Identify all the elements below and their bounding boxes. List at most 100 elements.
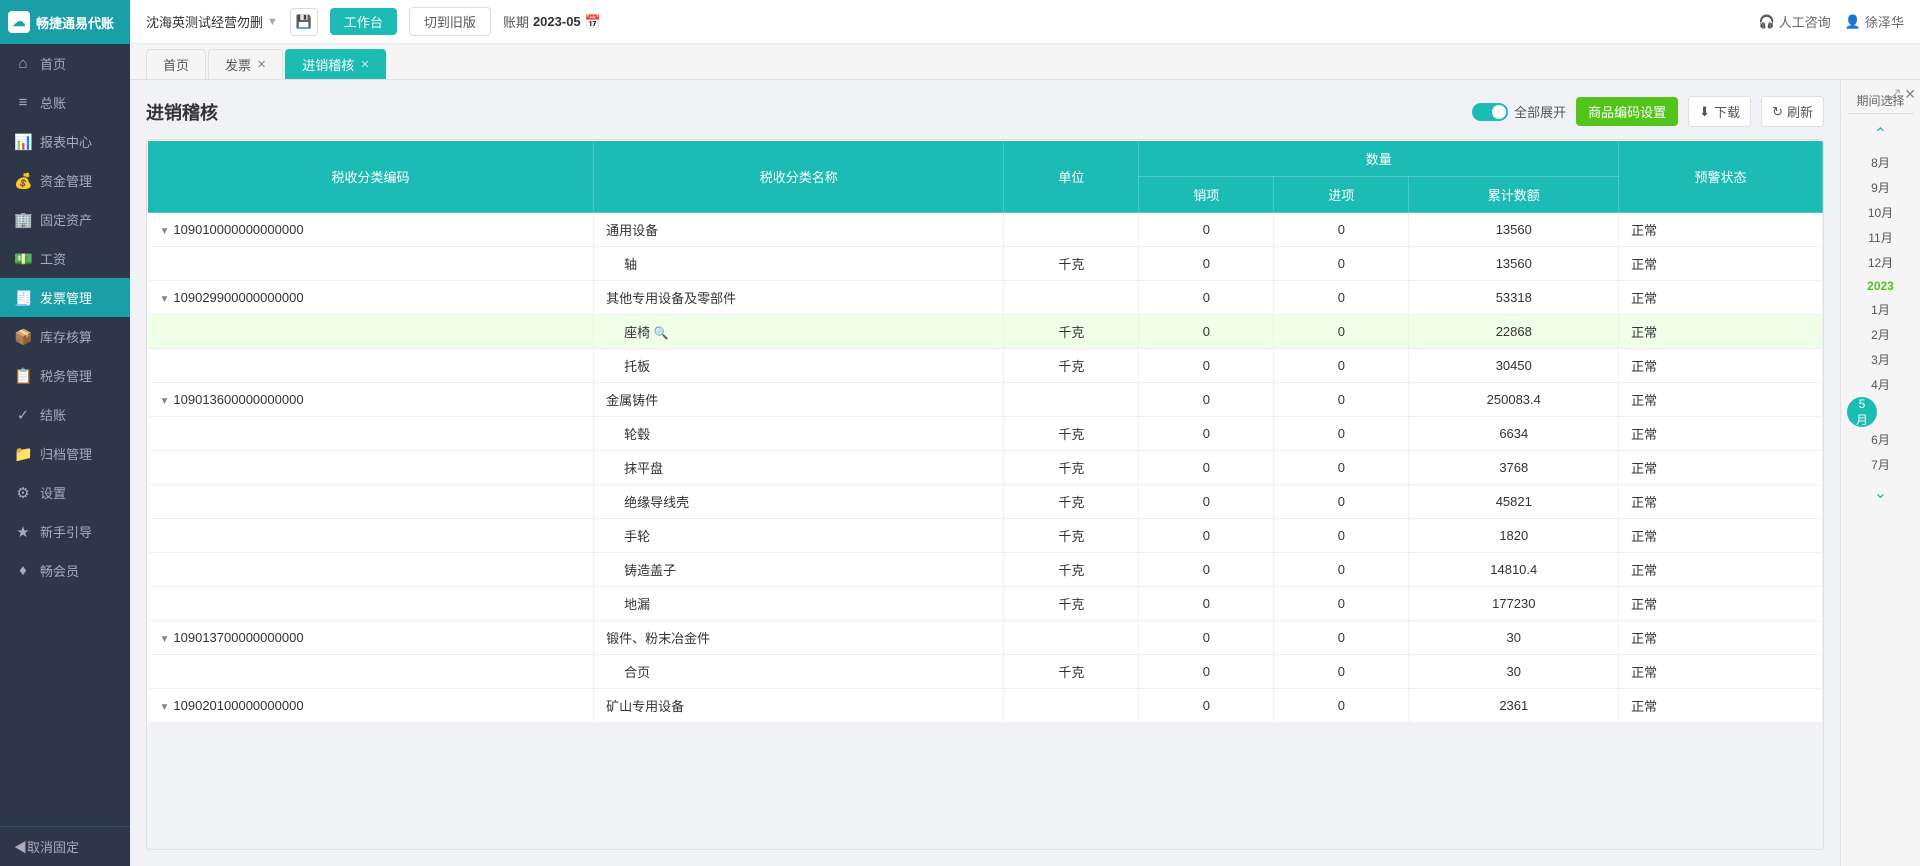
sidebar-item-reports[interactable]: 📊 报表中心 — [0, 122, 130, 161]
tab-invoice-close[interactable]: ✕ — [257, 58, 266, 71]
sidebar-item-assets[interactable]: 🏢 固定资产 — [0, 200, 130, 239]
period-month-item[interactable]: 8月 — [1847, 150, 1914, 175]
table-row: 托板 千克 0 0 30450 正常 — [148, 349, 1823, 383]
sidebar-item-archive[interactable]: 📁 归档管理 — [0, 434, 130, 473]
cell-name: 绝缘导线壳 — [594, 485, 1004, 519]
old-version-button[interactable]: 切到旧版 — [409, 7, 491, 36]
cell-name: 座椅 🔍 — [594, 315, 1004, 349]
cell-total: 2361 — [1409, 689, 1619, 723]
home-icon: ⌂ — [14, 55, 32, 72]
panel-close-button[interactable]: ✕ — [1904, 86, 1916, 103]
sidebar-item-invoice[interactable]: 🧾 发票管理 — [0, 278, 130, 317]
period-month-item[interactable]: 2023 — [1847, 275, 1914, 297]
toggle-switch[interactable] — [1472, 103, 1508, 121]
tab-home[interactable]: 首页 — [146, 49, 206, 79]
table-row: 轴 千克 0 0 13560 正常 — [148, 247, 1823, 281]
sidebar-item-salary[interactable]: 💵 工资 — [0, 239, 130, 278]
tab-check-close[interactable]: ✕ — [360, 58, 369, 71]
cell-purchase: 0 — [1274, 519, 1409, 553]
period-label: 账期 — [503, 12, 529, 31]
cell-code — [148, 247, 594, 281]
cell-unit: 千克 — [1004, 247, 1139, 281]
scroll-up-button[interactable]: ⌃ — [1847, 120, 1914, 148]
support-button[interactable]: 🎧 人工咨询 — [1759, 12, 1831, 31]
col-quantity-group: 数量 — [1139, 141, 1619, 177]
cell-status: 正常 — [1619, 553, 1823, 587]
period-month-item[interactable]: 11月 — [1847, 225, 1914, 250]
expand-icon[interactable]: ▼ — [160, 396, 170, 407]
col-unit: 单位 — [1004, 141, 1139, 213]
expand-icon[interactable]: ▼ — [160, 634, 170, 645]
expand-icon[interactable]: ▼ — [160, 702, 170, 713]
period-month-item[interactable]: 10月 — [1847, 200, 1914, 225]
save-button[interactable]: 💾 — [290, 8, 318, 36]
cell-name: 合页 — [594, 655, 1004, 689]
sidebar-item-ledger[interactable]: ≡ 总账 — [0, 83, 130, 122]
col-warning: 预警状态 — [1619, 141, 1823, 213]
period-month-item[interactable]: 2月 — [1847, 322, 1914, 347]
sidebar-item-home[interactable]: ⌂ 首页 — [0, 44, 130, 83]
cell-status: 正常 — [1619, 315, 1823, 349]
guide-icon: ★ — [14, 523, 32, 541]
table-row: 铸造盖子 千克 0 0 14810.4 正常 — [148, 553, 1823, 587]
period-month-item[interactable]: 9月 — [1847, 175, 1914, 200]
product-code-button[interactable]: 商品编码设置 — [1576, 97, 1678, 126]
period-month-item[interactable]: 7月 — [1847, 452, 1914, 477]
cell-name: 地漏 — [594, 587, 1004, 621]
cell-purchase: 0 — [1274, 281, 1409, 315]
table-row: 座椅 🔍 千克 0 0 22868 正常 — [148, 315, 1823, 349]
sidebar-item-tax[interactable]: 📋 税务管理 — [0, 356, 130, 395]
app-title: 畅捷通易代账 — [36, 13, 114, 32]
sidebar-item-funds[interactable]: 💰 资金管理 — [0, 161, 130, 200]
assets-icon: 🏢 — [14, 211, 32, 229]
cell-sales: 0 — [1139, 281, 1274, 315]
period-month-item[interactable]: 5月 — [1847, 397, 1877, 427]
refresh-button[interactable]: ↻ 刷新 — [1761, 96, 1824, 127]
scroll-down-button[interactable]: ⌄ — [1847, 479, 1914, 507]
cell-name: 铸造盖子 — [594, 553, 1004, 587]
period-month-item[interactable]: 12月 — [1847, 250, 1914, 275]
cell-unit: 千克 — [1004, 451, 1139, 485]
col-tax-name: 税收分类名称 — [594, 141, 1004, 213]
reports-icon: 📊 — [14, 133, 32, 151]
expand-icon[interactable]: ▼ — [160, 226, 170, 237]
expand-toggle[interactable]: 全部展开 — [1472, 102, 1566, 121]
main-area: 沈海英测试经营勿删 ▼ 💾 工作台 切到旧版 账期 2023-05 📅 🎧 人工… — [130, 0, 1920, 866]
col-purchase: 进项 — [1274, 177, 1409, 213]
sidebar-item-settle[interactable]: ✓ 结账 — [0, 395, 130, 434]
app-logo: ☁ 畅捷通易代账 — [0, 0, 130, 44]
period-month-item[interactable]: 4月 — [1847, 372, 1914, 397]
period-selector: 期间选择 ⌃ 8月9月10月11月12月20231月2月3月4月5月6月7月 ⌄ — [1841, 80, 1920, 515]
expand-icon[interactable]: ▼ — [160, 294, 170, 305]
table-row: ▼109020100000000000 矿山专用设备 0 0 2361 正常 — [148, 689, 1823, 723]
cell-name: 托板 — [594, 349, 1004, 383]
sidebar-item-settings[interactable]: ⚙ 设置 — [0, 473, 130, 512]
cell-status: 正常 — [1619, 587, 1823, 621]
zoom-icon[interactable]: 🔍 — [654, 326, 669, 340]
user-menu[interactable]: 👤 徐泽华 — [1845, 12, 1904, 31]
tab-invoice[interactable]: 发票 ✕ — [208, 49, 283, 79]
sidebar-item-inventory[interactable]: 📦 库存核算 — [0, 317, 130, 356]
period-month-item[interactable]: 1月 — [1847, 297, 1914, 322]
sidebar-item-guide[interactable]: ★ 新手引导 — [0, 512, 130, 551]
company-selector[interactable]: 沈海英测试经营勿删 ▼ — [146, 12, 278, 31]
cancel-pin-button[interactable]: ◀取消固定 — [0, 827, 130, 866]
period-month-item[interactable]: 3月 — [1847, 347, 1914, 372]
ledger-icon: ≡ — [14, 94, 32, 111]
panel-expand-button[interactable]: ⤢ — [1889, 86, 1900, 103]
cell-sales: 0 — [1139, 213, 1274, 247]
tab-check[interactable]: 进销稽核 ✕ — [285, 49, 386, 79]
cell-name: 矿山专用设备 — [594, 689, 1004, 723]
cell-name: 抹平盘 — [594, 451, 1004, 485]
download-button[interactable]: ⬇ 下载 — [1688, 96, 1751, 127]
col-sales: 销项 — [1139, 177, 1274, 213]
period-month-item[interactable]: 6月 — [1847, 427, 1914, 452]
cell-status: 正常 — [1619, 383, 1823, 417]
sidebar-item-member[interactable]: ♦ 畅会员 — [0, 551, 130, 590]
cell-unit: 千克 — [1004, 349, 1139, 383]
calendar-icon[interactable]: 📅 — [585, 14, 601, 30]
cell-unit: 千克 — [1004, 587, 1139, 621]
cell-code — [148, 655, 594, 689]
workbench-button[interactable]: 工作台 — [330, 8, 397, 35]
cell-name: 锻件、粉末冶金件 — [594, 621, 1004, 655]
